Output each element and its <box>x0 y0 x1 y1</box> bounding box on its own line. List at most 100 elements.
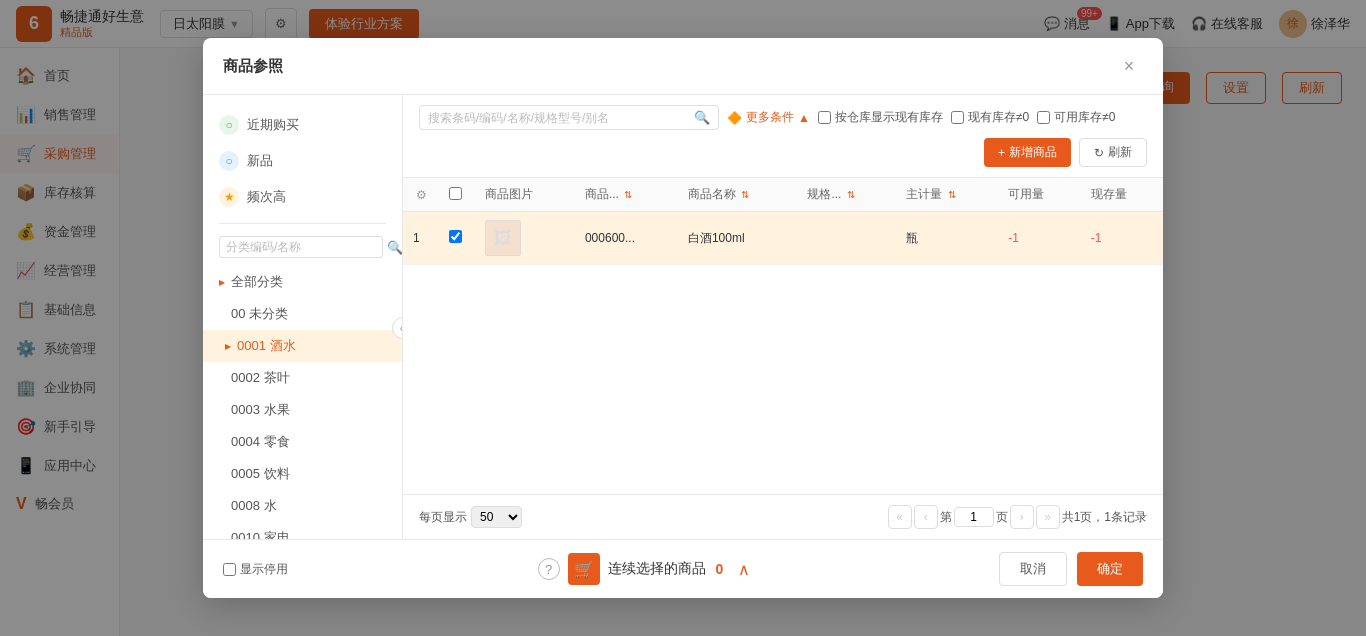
img-placeholder-icon: 🖼 <box>494 228 512 249</box>
show-disabled-checkbox[interactable] <box>223 563 236 576</box>
divider <box>219 223 386 224</box>
add-product-button[interactable]: + 新增商品 <box>984 138 1071 167</box>
add-icon: + <box>998 146 1005 160</box>
category-0002[interactable]: 0002 茶叶 <box>203 362 402 394</box>
refresh-label: 刷新 <box>1108 144 1132 161</box>
gear-col-icon[interactable]: ⚙ <box>413 188 429 202</box>
col-unit[interactable]: 主计量 ⇅ <box>896 178 998 212</box>
col-name[interactable]: 商品名称 ⇅ <box>678 178 798 212</box>
category-0004-label: 0004 零食 <box>231 433 290 451</box>
row-checkbox[interactable] <box>449 230 462 243</box>
quick-new[interactable]: ○ 新品 <box>203 143 402 179</box>
next-page-button[interactable]: › <box>1010 505 1034 529</box>
expand-icon[interactable]: ∧ <box>738 560 750 579</box>
page-label: 第 <box>940 509 952 526</box>
col-check[interactable] <box>439 178 475 212</box>
category-0003[interactable]: 0003 水果 <box>203 394 402 426</box>
category-0004[interactable]: 0004 零食 <box>203 426 402 458</box>
help-icon[interactable]: ? <box>538 558 560 580</box>
category-0010[interactable]: 0010 家电 <box>203 522 402 539</box>
refresh-button[interactable]: ↻ 刷新 <box>1079 138 1147 167</box>
add-product-label: 新增商品 <box>1009 144 1057 161</box>
product-table: ⚙ 商品图片 商品... ⇅ <box>403 178 1163 265</box>
product-search-box: 🔍 <box>419 105 719 130</box>
modal-header: 商品参照 × <box>203 38 1163 95</box>
confirm-button[interactable]: 确定 <box>1077 552 1143 586</box>
current-stock-checkbox[interactable] <box>951 111 964 124</box>
available-stock-checkbox[interactable] <box>1037 111 1050 124</box>
category-search-row: 🔍 <box>203 232 402 262</box>
table-row[interactable]: 1 🖼 000600... 白酒100ml <box>403 212 1163 265</box>
prev-page-button[interactable]: ‹ <box>914 505 938 529</box>
category-0001[interactable]: ▶ 0001 酒水 <box>203 330 402 362</box>
warehouse-checkbox[interactable] <box>818 111 831 124</box>
product-search-icon[interactable]: 🔍 <box>694 110 710 125</box>
page-input[interactable] <box>954 507 994 527</box>
col-available: 可用量 <box>998 178 1080 212</box>
row-num: 1 <box>403 212 439 265</box>
category-00[interactable]: 00 未分类 <box>203 298 402 330</box>
category-0003-label: 0003 水果 <box>231 401 290 419</box>
quick-frequent[interactable]: ★ 频次高 <box>203 179 402 215</box>
name-sort-icon: ⇅ <box>741 189 749 200</box>
page-nav: « ‹ 第 页 › » 共1页，1条记录 <box>888 505 1147 529</box>
product-reference-modal: 商品参照 × ○ 近期购买 ○ 新品 ★ 频次高 <box>203 38 1163 598</box>
filter-button[interactable]: 🔶 更多条件 ▲ <box>727 109 810 126</box>
table-toolbar: 🔍 🔶 更多条件 ▲ 按仓库显示现有库存 现有库存≠0 <box>403 95 1163 178</box>
filter-arrow-icon: ▲ <box>798 111 810 125</box>
modal-overlay: 商品参照 × ○ 近期购买 ○ 新品 ★ 频次高 <box>0 0 1366 636</box>
category-0002-label: 0002 茶叶 <box>231 369 290 387</box>
category-0005[interactable]: 0005 饮料 <box>203 458 402 490</box>
row-code: 000600... <box>575 212 678 265</box>
product-thumbnail: 🖼 <box>485 220 521 256</box>
active-triangle-icon: ▶ <box>225 342 231 351</box>
row-name: 白酒100ml <box>678 212 798 265</box>
category-0008-label: 0008 水 <box>231 497 277 515</box>
spec-sort-icon: ⇅ <box>847 189 855 200</box>
select-all-checkbox[interactable] <box>449 187 462 200</box>
code-sort-icon: ⇅ <box>624 189 632 200</box>
row-spec <box>797 212 896 265</box>
category-all[interactable]: ▶ 全部分类 <box>203 266 402 298</box>
cancel-button[interactable]: 取消 <box>999 552 1067 586</box>
category-search-input[interactable] <box>219 236 383 258</box>
modal-close-button[interactable]: × <box>1115 52 1143 80</box>
recent-label: 近期购买 <box>247 116 299 134</box>
available-stock-checkbox-label[interactable]: 可用库存≠0 <box>1037 109 1115 126</box>
freq-icon: ★ <box>219 187 239 207</box>
expand-icon: ▶ <box>219 278 225 287</box>
first-page-button[interactable]: « <box>888 505 912 529</box>
left-panel: ○ 近期购买 ○ 新品 ★ 频次高 🔍 <box>203 95 403 539</box>
col-img: 商品图片 <box>475 178 575 212</box>
per-page-select[interactable]: 10 20 50 100 <box>471 506 522 528</box>
col-spec[interactable]: 规格... ⇅ <box>797 178 896 212</box>
toolbar-right: + 新增商品 ↻ 刷新 <box>984 138 1147 167</box>
selected-count-badge: 0 <box>710 561 730 577</box>
current-stock-text: 现有库存≠0 <box>968 109 1029 126</box>
unit-sort-icon: ⇅ <box>948 189 956 200</box>
category-0008[interactable]: 0008 水 <box>203 490 402 522</box>
show-disabled-label[interactable]: 显示停用 <box>223 561 288 578</box>
category-search-icon[interactable]: 🔍 <box>387 240 403 255</box>
cart-icon[interactable]: 🛒 <box>568 553 600 585</box>
col-code[interactable]: 商品... ⇅ <box>575 178 678 212</box>
category-0001-label: 0001 酒水 <box>237 337 296 355</box>
pagination-bar: 每页显示 10 20 50 100 « ‹ 第 页 <box>403 494 1163 539</box>
last-page-button[interactable]: » <box>1036 505 1060 529</box>
warehouse-checkbox-label[interactable]: 按仓库显示现有库存 <box>818 109 943 126</box>
current-stock-checkbox-label[interactable]: 现有库存≠0 <box>951 109 1029 126</box>
total-records: 共1页，1条记录 <box>1062 509 1147 526</box>
row-check[interactable] <box>439 212 475 265</box>
warehouse-checkbox-text: 按仓库显示现有库存 <box>835 109 943 126</box>
row-stock: -1 <box>1081 212 1163 265</box>
product-search-input[interactable] <box>428 111 690 125</box>
col-gear[interactable]: ⚙ <box>403 178 439 212</box>
quick-recent[interactable]: ○ 近期购买 <box>203 107 402 143</box>
category-all-label: 全部分类 <box>231 273 283 291</box>
modal-body: ○ 近期购买 ○ 新品 ★ 频次高 🔍 <box>203 95 1163 539</box>
selected-count-display: 连续选择的商品 0 <box>608 560 730 578</box>
available-stock-text: 可用库存≠0 <box>1054 109 1115 126</box>
footer-buttons: 取消 确定 <box>999 552 1143 586</box>
row-img: 🖼 <box>475 212 575 265</box>
page-unit: 页 <box>996 509 1008 526</box>
